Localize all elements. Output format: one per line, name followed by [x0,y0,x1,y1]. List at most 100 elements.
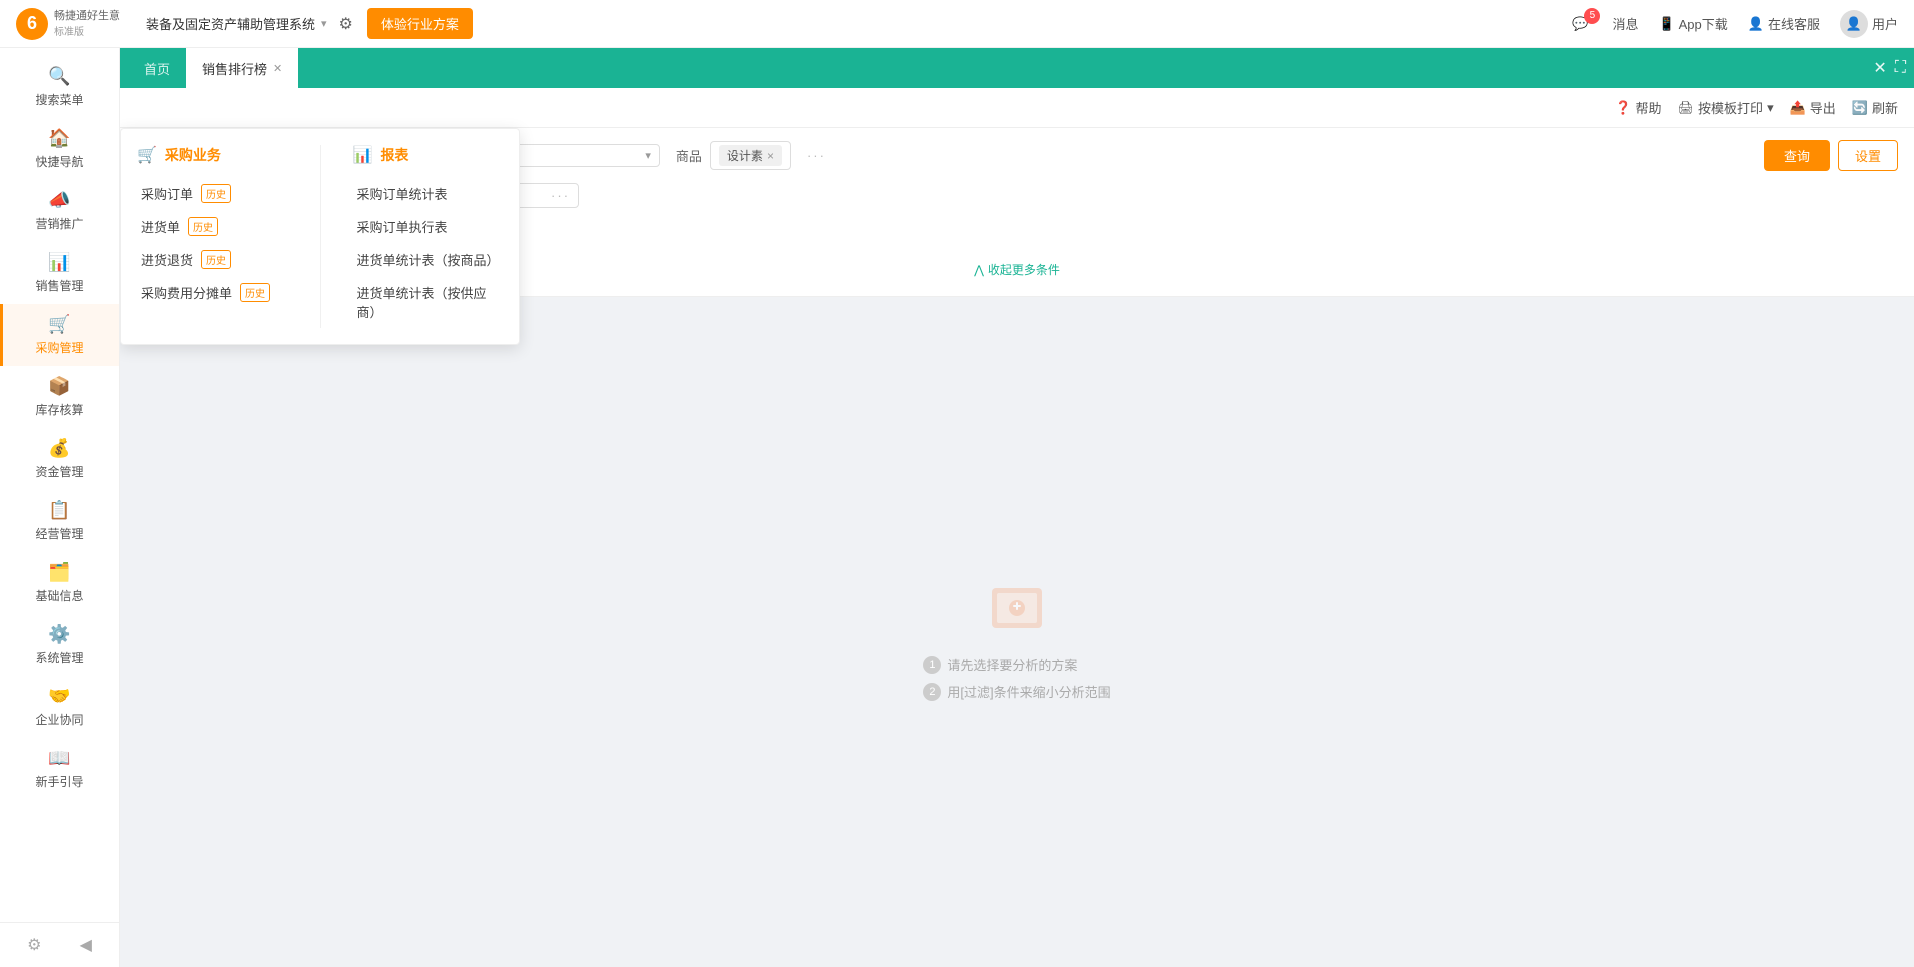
sidebar-label-system: 系统管理 [35,649,83,666]
business-col-title-label: 采购业务 [165,145,221,165]
refresh-btn[interactable]: 🔄 刷新 [1852,98,1898,117]
goods-tag-label: 设计素 [727,147,763,164]
export-btn[interactable]: 📤 导出 [1790,98,1836,117]
avatar: 👤 [1840,10,1868,38]
finance-icon: 💰 [48,438,70,459]
online-service-item[interactable]: 👤 在线客服 [1748,14,1820,33]
message-badge: 5 [1584,8,1600,24]
dropdown-arrow-icon[interactable]: ▾ [321,17,327,30]
menu-item-receipt-by-supplier[interactable]: 进货单统计表（按供应商） [353,276,504,328]
menu-item-po-exec[interactable]: 采购订单执行表 [353,210,504,243]
goods-filter: 商品 设计素 × [676,141,791,170]
export-label: 导出 [1810,98,1836,117]
mobile-icon: 📱 [1658,16,1674,32]
refresh-label: 刷新 [1872,98,1898,117]
menu-divider [320,145,321,328]
hint-text-2: 用[过滤]条件来缩小分析范围 [947,682,1110,701]
toolbar: ❓ 帮助 🖨 按模板打印 ▾ 📤 导出 🔄 刷新 [120,88,1914,128]
menu-item-purchase-order[interactable]: 采购订单 历史 [137,177,288,210]
logo-area: 6 畅捷通好生意 标准版 [16,8,136,40]
sidebar-item-search-menu[interactable]: 🔍 搜索菜单 [0,56,119,118]
menu-item-receipt-by-goods[interactable]: 进货单统计表（按商品） [353,243,504,276]
sidebar-item-quick-nav[interactable]: 🏠 快捷导航 [0,118,119,180]
sidebar-item-sales[interactable]: 📊 销售管理 [0,242,119,304]
sidebar-item-operations[interactable]: 📋 经营管理 [0,490,119,552]
sidebar-item-marketing[interactable]: 📣 营销推广 [0,180,119,242]
bottom-settings-icon[interactable]: ⚙ [27,935,41,955]
print-arrow-icon: ▾ [1767,100,1774,116]
collapse-label: 收起更多条件 [988,261,1060,278]
search-button[interactable]: 查询 [1764,140,1830,171]
goods-return-label: 进货退货 [141,250,193,269]
purchase-dropdown-menu: 🛒 采购业务 采购订单 历史 进货单 历史 进货退货 历史 [120,128,520,345]
window-close-icon[interactable]: ✕ [1873,58,1886,78]
empty-hints: 1 请先选择要分析的方案 2 用[过滤]条件来缩小分析范围 [923,655,1110,701]
empty-hint-1: 1 请先选择要分析的方案 [923,655,1110,674]
po-exec-label: 采购订单执行表 [357,217,448,236]
filter-actions: 查询 设置 [1764,140,1898,171]
menu-item-po-stat[interactable]: 采购订单统计表 [353,177,504,210]
sidebar-label-sales: 销售管理 [35,277,83,294]
quick-nav-icon: 🏠 [48,128,70,149]
print-btn[interactable]: 🖨 按模板打印 ▾ [1678,98,1774,117]
window-expand-icon[interactable]: ⛶ [1895,59,1906,77]
empty-illustration [977,563,1057,643]
service-icon: 👤 [1748,16,1764,32]
sidebar-item-inventory[interactable]: 📦 库存核算 [0,366,119,428]
logo-text-block: 畅捷通好生意 标准版 [54,9,120,38]
sidebar-label-inventory: 库存核算 [35,401,83,418]
menu-item-purchase-expense[interactable]: 采购费用分摊单 历史 [137,276,288,309]
help-icon: ❓ [1615,100,1631,116]
sidebar-label-operations: 经营管理 [35,525,83,542]
inventory-icon: 📦 [48,376,70,397]
main: 首页 销售排行榜 ✕ ✕ ⛶ ❓ 帮助 🖨 按模板 [120,48,1914,967]
operations-icon: 📋 [48,500,70,521]
print-icon: 🖨 [1678,100,1695,116]
receipt-by-supplier-label: 进货单统计表（按供应商） [357,283,500,321]
messages-label: 消息 [1612,14,1638,33]
help-btn[interactable]: ❓ 帮助 [1615,98,1661,117]
sidebar-item-basic-info[interactable]: 🗂️ 基础信息 [0,552,119,614]
user-item[interactable]: 👤 用户 [1840,10,1898,38]
sidebar-item-enterprise[interactable]: 🤝 企业协同 [0,676,119,738]
industry-btn[interactable]: 体验行业方案 [367,8,473,39]
menu-item-goods-receipt[interactable]: 进货单 历史 [137,210,288,243]
app-download-item[interactable]: 📱 App下载 [1658,14,1727,33]
export-icon: 📤 [1790,100,1806,116]
bottom-collapse-icon[interactable]: ◀ [80,935,92,955]
hint-text-1: 请先选择要分析的方案 [947,655,1077,674]
tabbar: 首页 销售排行榜 ✕ ✕ ⛶ [120,48,1914,88]
empty-state: 1 请先选择要分析的方案 2 用[过滤]条件来缩小分析范围 [120,297,1914,967]
purchase-expense-hist: 历史 [240,283,270,302]
voucher-status-select[interactable]: ▾ [500,144,660,167]
help-label: 帮助 [1636,98,1662,117]
system-title: 装备及固定资产辅助管理系统 ▾ [146,14,327,33]
empty-hint-2: 2 用[过滤]条件来缩小分析范围 [923,682,1110,701]
sidebar-label-search-menu: 搜索菜单 [35,91,83,108]
goods-receipt-hist: 历史 [188,217,218,236]
sidebar-item-purchase[interactable]: 🛒 采购管理 [0,304,119,366]
hint-num-2: 2 [923,683,941,701]
user-label: 用户 [1872,14,1898,33]
goods-receipt-label: 进货单 [141,217,180,236]
logo-icon: 6 [16,8,48,40]
sidebar-item-newbie[interactable]: 📖 新手引导 [0,738,119,800]
system-icon: ⚙️ [48,624,70,645]
messages-item[interactable]: 💬 5 消息 [1572,14,1638,33]
hint-num-1: 1 [923,656,941,674]
goods-more-dots[interactable]: ··· [807,148,826,163]
menu-item-goods-return[interactable]: 进货退货 历史 [137,243,288,276]
tab-close-icon[interactable]: ✕ [273,62,282,75]
receipt-by-goods-label: 进货单统计表（按商品） [357,250,500,269]
tabbar-right: ✕ ⛶ [1873,58,1906,78]
sidebar-item-finance[interactable]: 💰 资金管理 [0,428,119,490]
purchase-icon: 🛒 [48,314,70,335]
sidebar-label-finance: 资金管理 [35,463,83,480]
goods-tag-remove[interactable]: × [767,149,774,163]
tab-home[interactable]: 首页 [128,48,186,88]
settings-button[interactable]: 设置 [1838,140,1898,171]
sidebar-item-system[interactable]: ⚙️ 系统管理 [0,614,119,676]
settings-icon[interactable]: ⚙ [339,14,353,34]
report-col: 📊 报表 采购订单统计表 采购订单执行表 进货单统计表（按商品） 进货单统计表（… [353,145,504,328]
tab-sales-ranking[interactable]: 销售排行榜 ✕ [186,48,298,88]
